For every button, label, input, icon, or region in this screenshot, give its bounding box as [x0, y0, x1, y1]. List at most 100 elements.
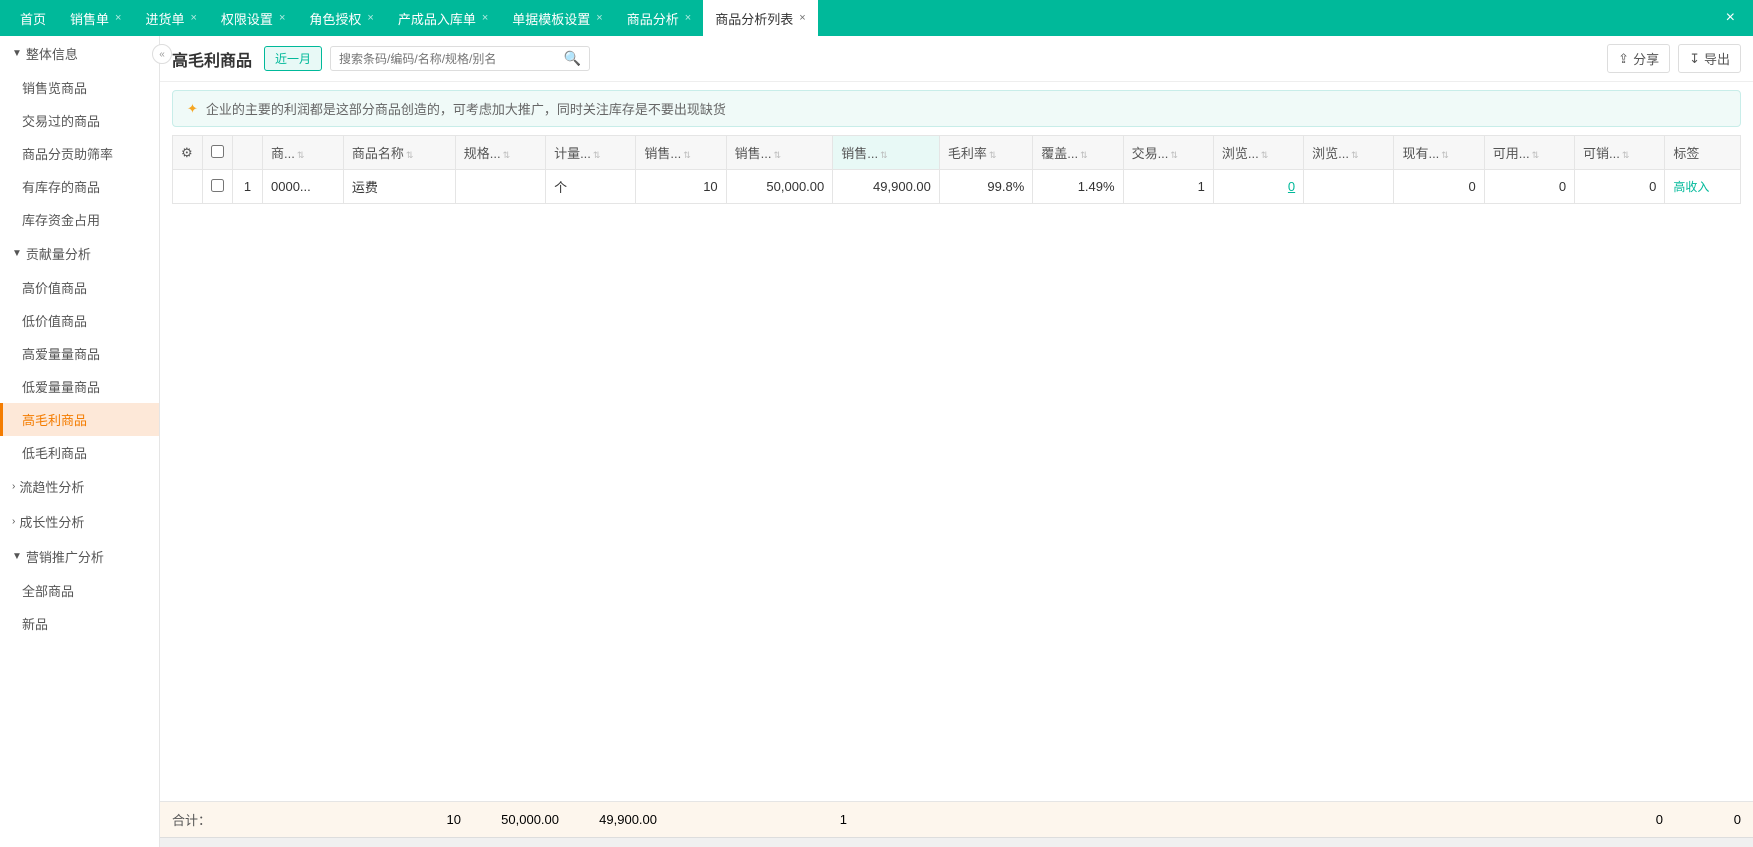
- col-settings[interactable]: ⚙: [173, 136, 203, 170]
- sort-current-icon: ⇅: [1441, 150, 1449, 160]
- nav-item-role[interactable]: 角色授权 ×: [297, 0, 385, 36]
- top-nav: 首页 销售单 × 进货单 × 权限设置 × 角色授权 × 产成品入库单 × 单据…: [0, 0, 1753, 36]
- cell-settings: [173, 170, 203, 204]
- sidebar-item-new-products[interactable]: 新品: [0, 607, 159, 640]
- nav-item-analysis[interactable]: 商品分析 ×: [615, 0, 703, 36]
- settings-icon[interactable]: ⚙: [181, 145, 193, 160]
- footer-sales1: 10: [391, 812, 461, 827]
- col-coverage[interactable]: 覆盖...⇅: [1033, 136, 1123, 170]
- sidebar-item-stock-capital[interactable]: 库存资金占用: [0, 203, 159, 236]
- product-table: ⚙ 商...⇅ 商品名称⇅ 规格...⇅: [172, 135, 1741, 204]
- sidebar-item-high-demand[interactable]: 高爱量量商品: [0, 337, 159, 370]
- col-unit[interactable]: 计量...⇅: [546, 136, 636, 170]
- sidebar-item-low-demand[interactable]: 低爱量量商品: [0, 370, 159, 403]
- col-sales2[interactable]: 销售...⇅: [726, 136, 833, 170]
- row-checkbox[interactable]: [211, 179, 224, 192]
- sidebar-item-high-margin[interactable]: 高毛利商品: [0, 403, 159, 436]
- sort-spec-icon: ⇅: [503, 150, 511, 160]
- cell-unit: 个: [546, 170, 636, 204]
- sort-sales1-icon: ⇅: [683, 150, 691, 160]
- search-input[interactable]: [339, 52, 564, 66]
- close-analysis-list-tab[interactable]: ×: [799, 12, 805, 24]
- arrow-overall: ▼: [12, 48, 22, 59]
- col-tag[interactable]: 标签: [1665, 136, 1741, 170]
- close-product-inbound-tab[interactable]: ×: [482, 12, 488, 24]
- sidebar-item-all-products[interactable]: 全部商品: [0, 574, 159, 607]
- search-box: 🔍: [330, 46, 590, 71]
- col-sellable[interactable]: 可销...⇅: [1575, 136, 1665, 170]
- export-button[interactable]: ↧ 导出: [1678, 44, 1741, 73]
- window-close-button[interactable]: ×: [1716, 9, 1745, 27]
- tag-badge: 高收入: [1673, 180, 1709, 194]
- close-permission-tab[interactable]: ×: [279, 12, 285, 24]
- sidebar-item-low-value[interactable]: 低价值商品: [0, 304, 159, 337]
- close-purchase-tab[interactable]: ×: [190, 12, 196, 24]
- sidebar-item-sales-overview[interactable]: 销售览商品: [0, 71, 159, 104]
- sidebar-group-contribution[interactable]: ▼ 贡献量分析: [0, 236, 159, 271]
- close-role-tab[interactable]: ×: [367, 12, 373, 24]
- sidebar-item-in-stock[interactable]: 有库存的商品: [0, 170, 159, 203]
- close-analysis-tab[interactable]: ×: [685, 12, 691, 24]
- col-seq: [233, 136, 263, 170]
- col-transactions[interactable]: 交易...⇅: [1123, 136, 1213, 170]
- col-code[interactable]: 商...⇅: [263, 136, 344, 170]
- info-text: 企业的主要的利润都是这部分商品创造的，可考虑加大推广，同时关注库存是不要出现缺货: [206, 99, 726, 118]
- table-footer: 合计： 10 50,000.00 49,900.00 1 0 0: [160, 801, 1753, 837]
- cell-spec: [455, 170, 545, 204]
- cell-seq: 1: [233, 170, 263, 204]
- table-wrapper: ⚙ 商...⇅ 商品名称⇅ 规格...⇅: [160, 135, 1753, 801]
- cell-views1[interactable]: 0: [1213, 170, 1303, 204]
- footer-sales2: 50,000.00: [469, 812, 559, 827]
- search-icon[interactable]: 🔍: [564, 50, 581, 67]
- nav-item-product-inbound[interactable]: 产成品入库单 ×: [386, 0, 500, 36]
- col-name[interactable]: 商品名称⇅: [343, 136, 455, 170]
- content-header: 高毛利商品 近一月 🔍 ⇪ 分享 ↧ 导出: [160, 36, 1753, 82]
- nav-item-purchase[interactable]: 进货单 ×: [133, 0, 208, 36]
- col-sales3[interactable]: 销售...⇅: [833, 136, 940, 170]
- sidebar-group-growth[interactable]: › 成长性分析: [0, 504, 159, 539]
- sidebar-group-marketing[interactable]: ▼ 营销推广分析: [0, 539, 159, 574]
- col-views1[interactable]: 浏览...⇅: [1213, 136, 1303, 170]
- cell-name: 运费: [343, 170, 455, 204]
- close-sales-tab[interactable]: ×: [115, 12, 121, 24]
- export-icon: ↧: [1689, 51, 1700, 67]
- bottom-scrollbar[interactable]: [160, 837, 1753, 847]
- sidebar-wrapper: ▼ 整体信息 销售览商品 交易过的商品 商品分贡助筛率 有库存的商品 库存资金占…: [0, 36, 160, 847]
- close-template-tab[interactable]: ×: [596, 12, 602, 24]
- sort-avail-icon: ⇅: [1532, 150, 1540, 160]
- col-checkbox[interactable]: [203, 136, 233, 170]
- nav-item-sales[interactable]: 销售单 ×: [58, 0, 133, 36]
- cell-tag: 高收入: [1665, 170, 1741, 204]
- select-all-checkbox[interactable]: [211, 145, 224, 158]
- nav-item-analysis-list[interactable]: 商品分析列表 ×: [703, 0, 817, 36]
- sort-unit-icon: ⇅: [593, 150, 601, 160]
- col-sales1[interactable]: 销售...⇅: [636, 136, 726, 170]
- sort-name-icon: ⇅: [406, 150, 414, 160]
- filter-recent-month-button[interactable]: 近一月: [264, 46, 322, 71]
- share-button[interactable]: ⇪ 分享: [1607, 44, 1670, 73]
- sidebar-item-traded[interactable]: 交易过的商品: [0, 104, 159, 137]
- sort-sell-icon: ⇅: [1622, 150, 1630, 160]
- sidebar-group-trend[interactable]: › 流趋性分析: [0, 469, 159, 504]
- sidebar-item-contribution[interactable]: 商品分贡助筛率: [0, 137, 159, 170]
- arrow-marketing: ▼: [12, 551, 22, 562]
- info-bar: ✦ 企业的主要的利润都是这部分商品创造的，可考虑加大推广，同时关注库存是不要出现…: [172, 90, 1741, 127]
- sidebar-group-overall[interactable]: ▼ 整体信息: [0, 36, 159, 71]
- sort-code-icon: ⇅: [297, 150, 305, 160]
- sidebar-item-low-margin[interactable]: 低毛利商品: [0, 436, 159, 469]
- sidebar-collapse-button[interactable]: «: [152, 44, 172, 64]
- nav-item-template[interactable]: 单据模板设置 ×: [500, 0, 614, 36]
- col-available[interactable]: 可用...⇅: [1484, 136, 1574, 170]
- nav-item-permission[interactable]: 权限设置 ×: [209, 0, 297, 36]
- col-spec[interactable]: 规格...⇅: [455, 136, 545, 170]
- table-header-row: ⚙ 商...⇅ 商品名称⇅ 规格...⇅: [173, 136, 1741, 170]
- col-views2[interactable]: 浏览...⇅: [1304, 136, 1394, 170]
- col-current[interactable]: 现有...⇅: [1394, 136, 1484, 170]
- cell-checkbox[interactable]: [203, 170, 233, 204]
- cell-sales2: 50,000.00: [726, 170, 833, 204]
- cell-transactions: 1: [1123, 170, 1213, 204]
- nav-item-home[interactable]: 首页: [8, 0, 58, 36]
- page-title: 高毛利商品: [172, 47, 252, 71]
- sidebar-item-high-value[interactable]: 高价值商品: [0, 271, 159, 304]
- col-gross-rate[interactable]: 毛利率⇅: [939, 136, 1032, 170]
